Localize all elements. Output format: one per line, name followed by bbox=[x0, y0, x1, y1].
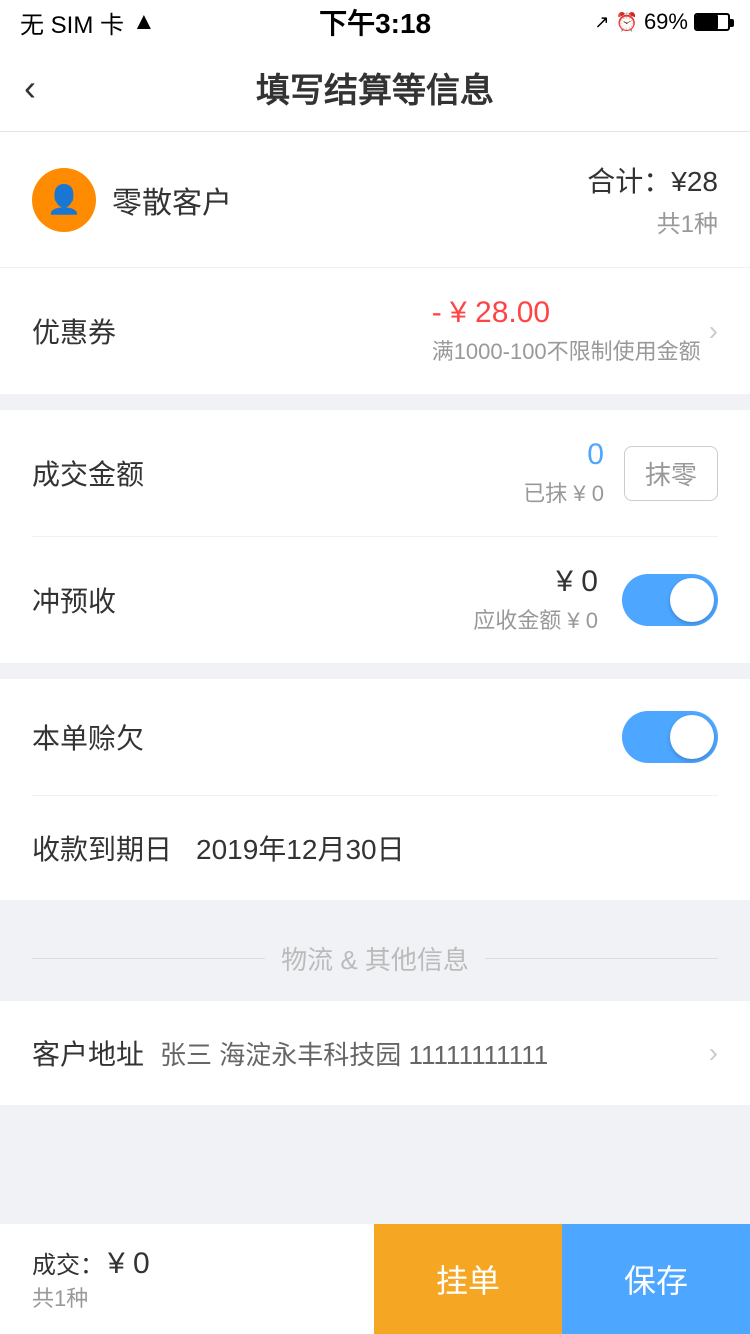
back-button[interactable]: ‹ bbox=[24, 67, 36, 109]
customer-row: 👤 零散客户 合计：¥28 共1种 bbox=[0, 132, 750, 267]
bottom-summary-amount: ¥ 0 bbox=[108, 1247, 150, 1281]
bottom-bar: 成交： ¥ 0 共1种 挂单 保存 bbox=[0, 1224, 750, 1334]
due-date-value: 2019年12月30日 bbox=[196, 828, 405, 868]
no-sim-text: 无 SIM 卡 bbox=[20, 5, 124, 40]
bottom-summary: 成交： ¥ 0 共1种 bbox=[0, 1224, 374, 1334]
prepay-label: 冲预收 bbox=[32, 580, 116, 620]
nav-bar: ‹ 填写结算等信息 bbox=[0, 44, 750, 132]
total-count: 共1种 bbox=[587, 204, 718, 239]
logistics-line: 物流 & 其他信息 bbox=[32, 940, 718, 977]
debt-section: 本单赊欠 收款到期日 2019年12月30日 bbox=[0, 679, 750, 900]
bottom-summary-label: 成交： bbox=[32, 1245, 104, 1280]
debt-label: 本单赊欠 bbox=[32, 717, 144, 757]
address-label: 客户地址 bbox=[32, 1033, 144, 1073]
customer-name: 零散客户 bbox=[112, 178, 232, 222]
debt-toggle-knob bbox=[670, 715, 714, 759]
prepay-value: ¥ 0 bbox=[473, 565, 598, 599]
wifi-icon: ▲ bbox=[132, 8, 156, 36]
address-value: 张三 海淀永丰科技园 11111111111 bbox=[160, 1035, 709, 1072]
left-line bbox=[32, 958, 265, 959]
transaction-amount-value: 0 bbox=[523, 438, 604, 472]
transaction-section: 成交金额 0 已抹 ¥ 0 抹零 冲预收 ¥ 0 应收金额 ¥ 0 bbox=[0, 410, 750, 663]
customer-section: 👤 零散客户 合计：¥28 共1种 优惠券 - ¥ 28.00 满1000-10… bbox=[0, 132, 750, 394]
battery-icon bbox=[694, 13, 730, 31]
total-amount: 合计：¥28 bbox=[587, 160, 718, 200]
transaction-amount-row: 成交金额 0 已抹 ¥ 0 抹零 bbox=[32, 410, 718, 537]
alarm-icon: ⏰ bbox=[616, 12, 638, 33]
coupon-row[interactable]: 优惠券 - ¥ 28.00 满1000-100不限制使用金额 › bbox=[0, 267, 750, 394]
logistics-label: 物流 & 其他信息 bbox=[281, 940, 469, 977]
due-date-label: 收款到期日 bbox=[32, 828, 172, 868]
coupon-description: 满1000-100不限制使用金额 bbox=[432, 334, 701, 366]
address-section: 客户地址 张三 海淀永丰科技园 11111111111 › bbox=[0, 1001, 750, 1105]
debt-row: 本单赊欠 bbox=[32, 679, 718, 796]
coupon-label: 优惠券 bbox=[32, 311, 116, 351]
toggle-knob bbox=[670, 578, 714, 622]
coupon-chevron-icon: › bbox=[709, 315, 718, 347]
customer-left: 👤 零散客户 bbox=[32, 168, 232, 232]
address-chevron-icon: › bbox=[709, 1037, 718, 1069]
battery-percent: 69% bbox=[644, 9, 688, 35]
address-row[interactable]: 客户地址 张三 海淀永丰科技园 11111111111 › bbox=[32, 1001, 718, 1105]
pending-label: 挂单 bbox=[436, 1256, 500, 1302]
debt-toggle[interactable] bbox=[622, 711, 718, 763]
status-bar: 无 SIM 卡 ▲ 下午3:18 ↗ ⏰ 69% bbox=[0, 0, 750, 44]
right-line bbox=[485, 958, 718, 959]
coupon-discount: - ¥ 28.00 bbox=[432, 296, 701, 330]
save-label: 保存 bbox=[624, 1256, 688, 1302]
round-zero-button[interactable]: 抹零 bbox=[624, 446, 718, 501]
prepay-subtext: 应收金额 ¥ 0 bbox=[473, 603, 598, 635]
save-button[interactable]: 保存 bbox=[562, 1224, 750, 1334]
avatar: 👤 bbox=[32, 168, 96, 232]
status-right: ↗ ⏰ 69% bbox=[594, 9, 730, 35]
prepay-toggle[interactable] bbox=[622, 574, 718, 626]
prepay-row: 冲预收 ¥ 0 应收金额 ¥ 0 bbox=[32, 537, 718, 663]
status-left: 无 SIM 卡 ▲ bbox=[20, 5, 156, 40]
bottom-summary-count: 共1种 bbox=[32, 1281, 342, 1313]
customer-right: 合计：¥28 共1种 bbox=[587, 160, 718, 239]
page-title: 填写结算等信息 bbox=[256, 63, 494, 112]
location-icon: ↗ bbox=[594, 12, 609, 33]
avatar-icon: 👤 bbox=[47, 183, 82, 216]
transaction-amount-label: 成交金额 bbox=[32, 453, 144, 493]
status-time: 下午3:18 bbox=[319, 2, 431, 42]
rounded-text: 已抹 ¥ 0 bbox=[523, 476, 604, 508]
pending-button[interactable]: 挂单 bbox=[374, 1224, 562, 1334]
due-date-row[interactable]: 收款到期日 2019年12月30日 bbox=[32, 796, 718, 900]
logistics-divider: 物流 & 其他信息 bbox=[0, 916, 750, 1001]
